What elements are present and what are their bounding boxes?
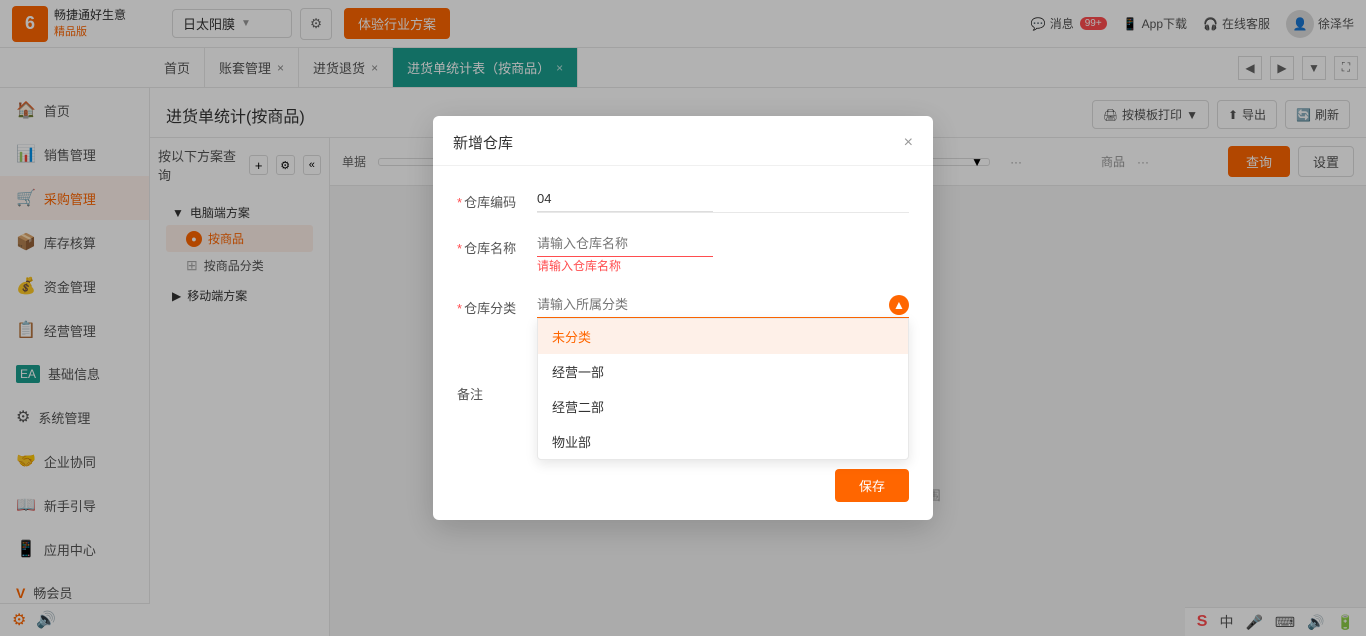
notes-label: 备注: [457, 378, 537, 403]
save-button[interactable]: 保存: [835, 469, 909, 502]
category-label: 仓库分类: [457, 292, 537, 317]
code-input[interactable]: [537, 186, 713, 212]
category-field-row: 仓库分类 ▲ 未分类 经营一部 经营二部 物业部: [457, 292, 909, 318]
code-label: 仓库编码: [457, 186, 537, 211]
modal-header: 新增仓库 ×: [433, 116, 933, 166]
name-label: 仓库名称: [457, 232, 537, 257]
modal-close-button[interactable]: ×: [904, 134, 913, 152]
category-input-wrapper: ▲: [537, 292, 909, 318]
category-toggle-button[interactable]: ▲: [889, 295, 909, 315]
category-input[interactable]: [537, 292, 889, 317]
modal-overlay: 新增仓库 × 仓库编码 仓库名称 请输: [0, 0, 1366, 636]
category-dropdown: 未分类 经营一部 经营二部 物业部: [537, 318, 909, 460]
category-input-area: ▲ 未分类 经营一部 经营二部 物业部: [537, 292, 909, 318]
name-input-wrapper: [537, 231, 713, 257]
dropdown-item-3[interactable]: 物业部: [538, 424, 908, 459]
modal-body: 仓库编码 仓库名称 请输入仓库名称 仓: [433, 166, 933, 457]
name-input[interactable]: [537, 231, 713, 257]
name-field-row: 仓库名称 请输入仓库名称: [457, 231, 909, 274]
modal-footer: 保存: [433, 457, 933, 520]
name-error-msg: 请输入仓库名称: [537, 259, 621, 273]
modal-title: 新增仓库: [453, 132, 513, 153]
code-input-wrapper: [537, 186, 909, 213]
add-warehouse-modal: 新增仓库 × 仓库编码 仓库名称 请输: [433, 116, 933, 520]
dropdown-item-0[interactable]: 未分类: [538, 319, 908, 354]
code-field-row: 仓库编码: [457, 186, 909, 213]
dropdown-item-1[interactable]: 经营一部: [538, 354, 908, 389]
dropdown-item-2[interactable]: 经营二部: [538, 389, 908, 424]
